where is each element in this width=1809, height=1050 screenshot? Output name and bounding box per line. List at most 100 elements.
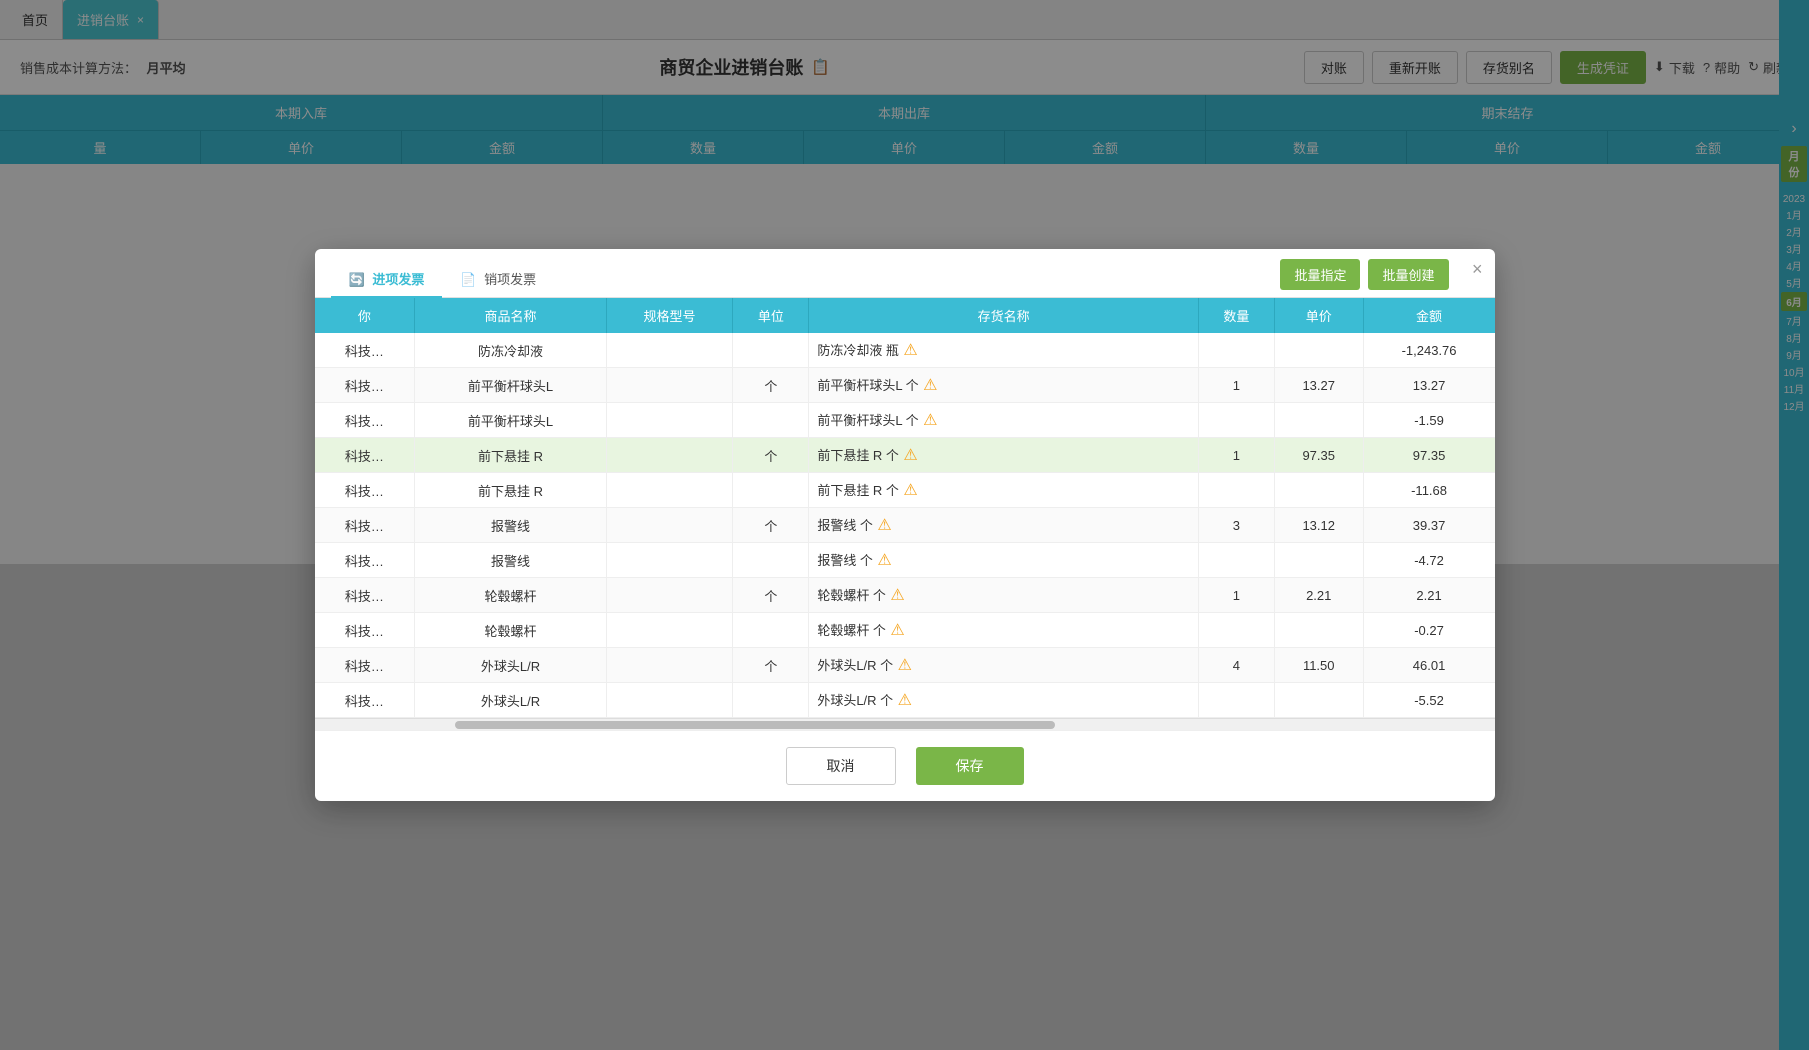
tab-sales-invoice[interactable]: 📄 销项发票 (442, 261, 554, 298)
batch-assign-button[interactable]: 批量指定 (1280, 259, 1360, 290)
td-qty: 3 (1198, 508, 1274, 543)
td-inventory: 轮毂螺杆 个 ⚠ (809, 613, 1199, 648)
td-unit: 个 (733, 368, 809, 403)
td-price: 11.50 (1274, 648, 1363, 683)
td-product: 前下悬挂 R (415, 438, 606, 473)
td-amount: 46.01 (1363, 648, 1494, 683)
modal-footer: 取消 保存 (315, 730, 1495, 801)
th-amount: 金额 (1363, 298, 1494, 333)
td-company: 科技… (315, 648, 415, 683)
td-spec (606, 473, 733, 508)
table-row: 科技…前平衡杆球头L个前平衡杆球头L 个 ⚠113.2713.27 (315, 368, 1495, 403)
td-unit (733, 473, 809, 508)
td-inventory: 外球头L/R 个 ⚠ (809, 648, 1199, 683)
td-company: 科技… (315, 613, 415, 648)
warning-icon: ⚠ (873, 552, 892, 569)
warning-icon: ⚠ (919, 412, 938, 429)
td-company: 科技… (315, 403, 415, 438)
td-qty (1198, 473, 1274, 508)
table-row: 科技…外球头L/R外球头L/R 个 ⚠-5.52 (315, 683, 1495, 718)
td-amount: 2.21 (1363, 578, 1494, 613)
warning-icon: ⚠ (899, 482, 918, 499)
td-price (1274, 403, 1363, 438)
td-price (1274, 683, 1363, 718)
td-product: 防冻冷却液 (415, 333, 606, 368)
warning-icon: ⚠ (893, 657, 912, 674)
td-qty: 1 (1198, 438, 1274, 473)
td-price: 13.27 (1274, 368, 1363, 403)
td-spec (606, 438, 733, 473)
cancel-button[interactable]: 取消 (786, 747, 896, 785)
td-company: 科技… (315, 578, 415, 613)
th-inventory-name: 存货名称 (809, 298, 1199, 333)
modal-batch-actions: 批量指定 批量创建 (1280, 259, 1448, 290)
td-unit (733, 613, 809, 648)
table-row: 科技…报警线报警线 个 ⚠-4.72 (315, 543, 1495, 578)
td-spec (606, 613, 733, 648)
tab-purchase-invoice[interactable]: 🔄 进项发票 (331, 261, 443, 298)
horizontal-scrollbar[interactable] (315, 718, 1495, 730)
td-inventory: 前下悬挂 R 个 ⚠ (809, 438, 1199, 473)
td-spec (606, 333, 733, 368)
td-qty (1198, 333, 1274, 368)
td-qty (1198, 683, 1274, 718)
warning-icon: ⚠ (886, 622, 905, 639)
scrollbar-thumb[interactable] (455, 721, 1055, 729)
td-amount: -5.52 (1363, 683, 1494, 718)
td-unit (733, 333, 809, 368)
warning-icon: ⚠ (873, 517, 892, 534)
td-unit: 个 (733, 648, 809, 683)
td-amount: -4.72 (1363, 543, 1494, 578)
td-qty (1198, 403, 1274, 438)
warning-icon: ⚠ (899, 342, 918, 359)
td-inventory: 轮毂螺杆 个 ⚠ (809, 578, 1199, 613)
td-price (1274, 333, 1363, 368)
table-row: 科技…前下悬挂 R前下悬挂 R 个 ⚠-11.68 (315, 473, 1495, 508)
th-qty: 数量 (1198, 298, 1274, 333)
invoice-modal: 🔄 进项发票 📄 销项发票 批量指定 批量创建 × 你 商品名称 规格型号 (315, 249, 1495, 801)
td-unit (733, 403, 809, 438)
td-product: 外球头L/R (415, 683, 606, 718)
td-unit (733, 683, 809, 718)
table-row: 科技…报警线个报警线 个 ⚠313.1239.37 (315, 508, 1495, 543)
td-inventory: 前平衡杆球头L 个 ⚠ (809, 368, 1199, 403)
td-price: 2.21 (1274, 578, 1363, 613)
td-amount: -1,243.76 (1363, 333, 1494, 368)
save-button[interactable]: 保存 (916, 747, 1024, 785)
td-company: 科技… (315, 368, 415, 403)
table-header-row: 你 商品名称 规格型号 单位 存货名称 数量 单价 金额 (315, 298, 1495, 333)
th-company: 你 (315, 298, 415, 333)
td-amount: 39.37 (1363, 508, 1494, 543)
warning-icon: ⚠ (893, 692, 912, 709)
td-unit: 个 (733, 578, 809, 613)
td-amount: 97.35 (1363, 438, 1494, 473)
batch-create-button[interactable]: 批量创建 (1368, 259, 1448, 290)
td-company: 科技… (315, 543, 415, 578)
td-inventory: 报警线 个 ⚠ (809, 508, 1199, 543)
td-qty (1198, 613, 1274, 648)
td-spec (606, 368, 733, 403)
td-unit: 个 (733, 508, 809, 543)
td-spec (606, 403, 733, 438)
td-qty (1198, 543, 1274, 578)
table-row: 科技…防冻冷却液防冻冷却液 瓶 ⚠-1,243.76 (315, 333, 1495, 368)
td-company: 科技… (315, 333, 415, 368)
td-amount: 13.27 (1363, 368, 1494, 403)
td-spec (606, 543, 733, 578)
modal-close-button[interactable]: × (1472, 259, 1483, 280)
table-row: 科技…外球头L/R个外球头L/R 个 ⚠411.5046.01 (315, 648, 1495, 683)
warning-icon: ⚠ (886, 587, 905, 604)
warning-icon: ⚠ (919, 377, 938, 394)
td-unit (733, 543, 809, 578)
td-inventory: 报警线 个 ⚠ (809, 543, 1199, 578)
td-price (1274, 543, 1363, 578)
modal-table: 你 商品名称 规格型号 单位 存货名称 数量 单价 金额 科技…防冻冷却液防冻冷… (315, 298, 1495, 718)
td-inventory: 外球头L/R 个 ⚠ (809, 683, 1199, 718)
purchase-tab-icon: 🔄 (349, 272, 365, 287)
td-price: 13.12 (1274, 508, 1363, 543)
td-price (1274, 473, 1363, 508)
warning-icon: ⚠ (899, 447, 918, 464)
td-price: 97.35 (1274, 438, 1363, 473)
td-spec (606, 508, 733, 543)
td-inventory: 前平衡杆球头L 个 ⚠ (809, 403, 1199, 438)
